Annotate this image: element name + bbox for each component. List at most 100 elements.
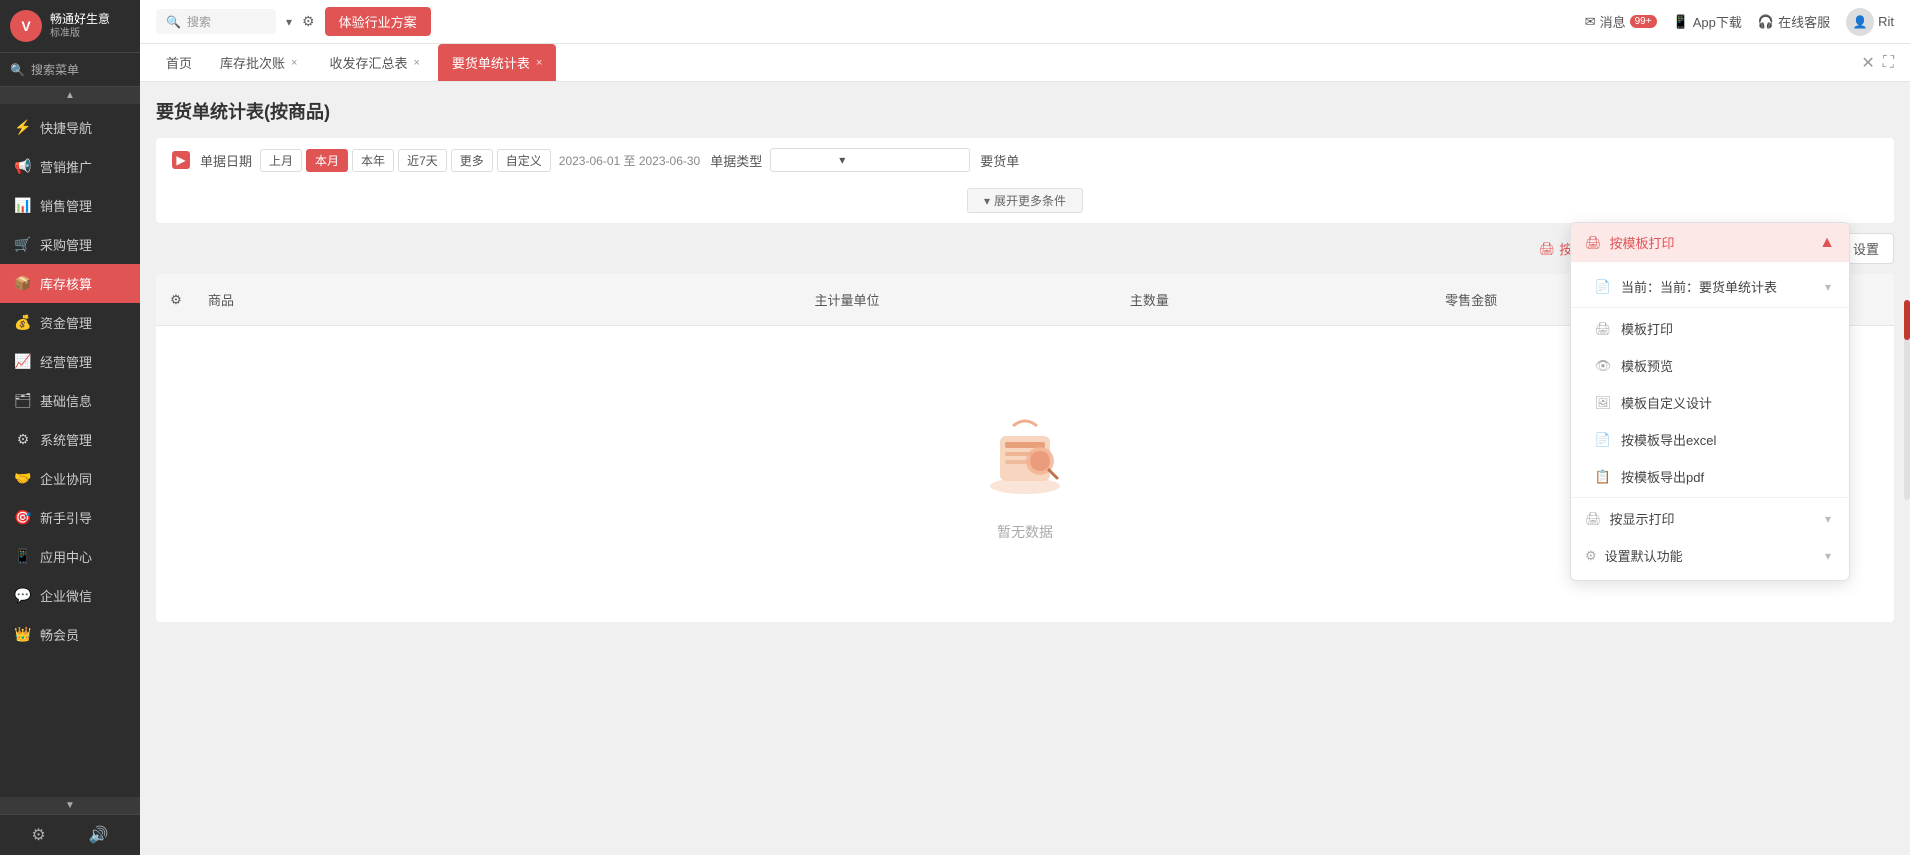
sidebar-item-label: 快捷导航 [40, 118, 92, 137]
template-design-label: 模板自定义设计 [1621, 393, 1712, 412]
username: Rit [1878, 14, 1894, 29]
date-btn-prev-month[interactable]: 上月 [260, 149, 302, 172]
sidebar-item-inventory[interactable]: 📦 库存核算 [0, 264, 140, 303]
export-pdf-icon: 📋 [1595, 469, 1611, 485]
topbar-gear-icon[interactable]: ⚙ [302, 13, 315, 30]
current-template-label: 当前：当前：要货单统计表 [1621, 277, 1777, 296]
topbar-app-download[interactable]: 📱 App下载 [1673, 12, 1742, 31]
tab-maximize-icon[interactable]: ⛶ [1883, 54, 1894, 72]
msg-icon: ✉ [1585, 14, 1596, 30]
guide-icon: 🎯 [14, 509, 32, 527]
tab-order-stats[interactable]: 要货单统计表 × [438, 44, 556, 81]
sidebar-item-purchase[interactable]: 🛒 采购管理 [0, 225, 140, 264]
scrollbar-thumb [1904, 300, 1910, 340]
print-sub-template-design[interactable]: 🖼 模板自定义设计 [1571, 384, 1849, 421]
topbar-msg[interactable]: ✉ 消息 99+ [1585, 12, 1657, 31]
tab-collect-summary[interactable]: 收发存汇总表 × [315, 44, 433, 81]
topbar-search-placeholder: 搜索 [187, 13, 211, 30]
print-sub-display-print[interactable]: 🖨 按显示打印 ▾ [1571, 500, 1849, 537]
date-btn-cur-year[interactable]: 本年 [352, 149, 394, 172]
system-icon: ⚙ [14, 431, 32, 449]
scroll-up-btn[interactable]: ▲ [0, 87, 140, 104]
tab-batch-account-close[interactable]: × [291, 57, 297, 69]
settings-bottom-icon[interactable]: ⚙ [31, 825, 45, 845]
audio-bottom-icon[interactable]: 🔊 [89, 825, 109, 845]
date-btn-7days[interactable]: 近7天 [398, 149, 447, 172]
date-btn-cur-month[interactable]: 本月 [306, 149, 348, 172]
marketing-icon: 📢 [14, 158, 32, 176]
sidebar-search[interactable]: 🔍 搜索菜单 [0, 53, 140, 87]
sidebar-item-finance[interactable]: 💰 资金管理 [0, 303, 140, 342]
tab-order-stats-close[interactable]: × [536, 57, 542, 69]
msg-label: 消息 [1600, 12, 1626, 31]
scroll-down-btn[interactable]: ▼ [0, 797, 140, 814]
template-preview-label: 模板预览 [1621, 356, 1673, 375]
filter-type-select[interactable]: ▾ [770, 148, 970, 172]
print-current-template[interactable]: 📄 当前：当前：要货单统计表 ▾ [1571, 268, 1849, 305]
sidebar-item-member[interactable]: 👑 畅会员 [0, 615, 140, 654]
topbar-avatar-area[interactable]: 👤 Rit [1846, 8, 1894, 36]
print-sub-export-excel[interactable]: 📄 按模板导出excel [1571, 421, 1849, 458]
print-sub-export-pdf[interactable]: 📋 按模板导出pdf [1571, 458, 1849, 495]
operation-icon: 📈 [14, 353, 32, 371]
date-btn-more[interactable]: 更多 [451, 149, 493, 172]
sidebar-item-guide[interactable]: 🎯 新手引导 [0, 498, 140, 537]
app-download-label: App下载 [1693, 12, 1742, 31]
export-excel-label: 按模板导出excel [1621, 430, 1716, 449]
print-sub-default-func[interactable]: ⚙ 设置默认功能 ▾ [1571, 537, 1849, 574]
sidebar-logo: V 畅通好生意 标准版 [0, 0, 140, 53]
print-dropdown-header[interactable]: 🖨 按模板打印 ▲ [1571, 223, 1849, 262]
page-title: 要货单统计表(按商品) [156, 98, 1894, 124]
topbar-search[interactable]: 🔍 搜索 [156, 9, 276, 34]
default-func-icon: ⚙ [1585, 548, 1597, 564]
sidebar-item-wechat[interactable]: 💬 企业微信 [0, 576, 140, 615]
filter-date-section: 单据日期 上月 本月 本年 近7天 更多 自定义 2023-06-01 至 20… [200, 149, 700, 172]
empty-icon [975, 406, 1075, 506]
sidebar-item-basic[interactable]: 🗂 基础信息 [0, 381, 140, 420]
service-label: 在线客服 [1778, 12, 1830, 31]
sidebar-item-label: 库存核算 [40, 274, 92, 293]
topbar-dropdown-arrow[interactable]: ▾ [286, 15, 292, 29]
main-area: 🔍 搜索 ▾ ⚙ 体验行业方案 ✉ 消息 99+ 📱 App下载 🎧 在线客服 … [140, 0, 1910, 855]
expand-more-btn[interactable]: ▾ 展开更多条件 [967, 188, 1083, 213]
sidebar-item-label: 经营管理 [40, 352, 92, 371]
print-dropdown-body: 📄 当前：当前：要货单统计表 ▾ 🖨 模板打印 👁 模板预览 🖼 [1571, 262, 1849, 580]
tab-home[interactable]: 首页 [156, 47, 202, 78]
sidebar-item-operation[interactable]: 📈 经营管理 [0, 342, 140, 381]
topbar-industry-btn[interactable]: 体验行业方案 [325, 7, 431, 36]
coop-icon: 🤝 [14, 470, 32, 488]
print-dropdown-collapse-icon[interactable]: ▲ [1819, 234, 1835, 252]
filter-type-label: 单据类型 [710, 151, 762, 170]
sidebar-item-apps[interactable]: 📱 应用中心 [0, 537, 140, 576]
display-print-arrow: ▾ [1825, 512, 1831, 526]
apps-icon: 📱 [14, 548, 32, 566]
topbar-search-icon: 🔍 [166, 15, 181, 29]
current-template-icon: 📄 [1595, 279, 1611, 295]
sidebar-item-system[interactable]: ⚙ 系统管理 [0, 420, 140, 459]
basic-icon: 🗂 [14, 392, 32, 410]
tab-close-all-icon[interactable]: ✕ [1861, 53, 1874, 73]
filter-extra-section: 要货单 [980, 151, 1019, 170]
print-sub-template-preview[interactable]: 👁 模板预览 [1571, 347, 1849, 384]
filter-expand-icon[interactable]: ▶ [172, 151, 190, 169]
service-icon: 🎧 [1758, 14, 1774, 30]
sidebar-item-quick-nav[interactable]: ⚡ 快捷导航 [0, 108, 140, 147]
sidebar-item-marketing[interactable]: 📢 营销推广 [0, 147, 140, 186]
tabs-right-controls: ✕ ⛶ [1861, 53, 1894, 73]
date-btn-custom[interactable]: 自定义 [497, 149, 551, 172]
th-product: 商品 [196, 282, 803, 317]
th-gear[interactable]: ⚙ [156, 284, 196, 316]
sidebar-item-label: 采购管理 [40, 235, 92, 254]
tab-batch-account[interactable]: 库存批次账 × [206, 44, 311, 81]
sidebar-item-sales[interactable]: 📊 销售管理 [0, 186, 140, 225]
sidebar-item-coop[interactable]: 🤝 企业协同 [0, 459, 140, 498]
export-excel-icon: 📄 [1595, 432, 1611, 448]
default-func-arrow: ▾ [1825, 549, 1831, 563]
logo-icon: V [10, 10, 42, 42]
topbar-online-service[interactable]: 🎧 在线客服 [1758, 12, 1830, 31]
sidebar-item-label: 应用中心 [40, 547, 92, 566]
right-scrollbar[interactable] [1904, 300, 1910, 500]
template-preview-icon: 👁 [1595, 358, 1611, 374]
print-sub-template-print[interactable]: 🖨 模板打印 [1571, 310, 1849, 347]
tab-collect-summary-close[interactable]: × [413, 57, 419, 69]
